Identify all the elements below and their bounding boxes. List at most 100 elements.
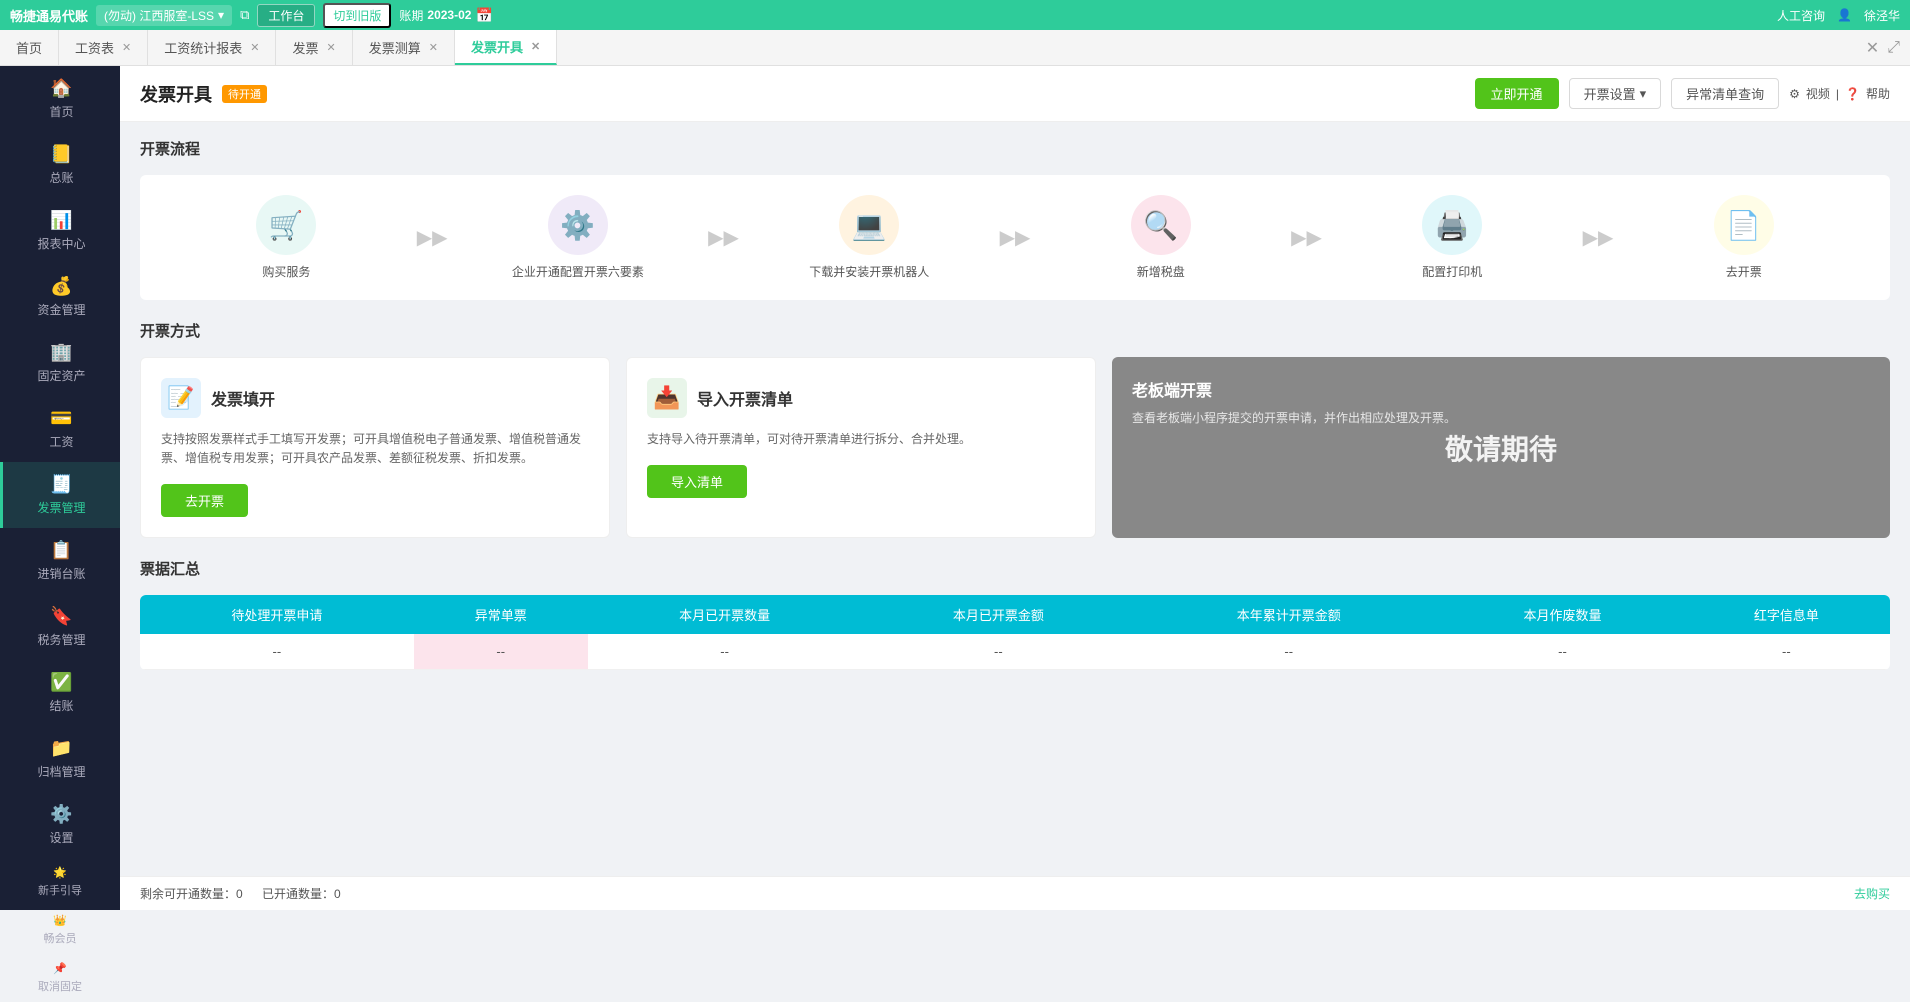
step-issue: 📄 去开票	[1617, 195, 1870, 280]
sidebar-item-home[interactable]: 🏠 首页	[0, 66, 120, 132]
sidebar-item-settings[interactable]: ⚙️ 设置	[0, 792, 120, 858]
tab-close-payroll-report[interactable]: ✕	[250, 41, 259, 54]
step-configure-icon: ⚙️	[548, 195, 608, 255]
main-content: 发票开具 待开通 立即开通 开票设置 ▾ 异常清单查询 ⚙ 视频 | ❓ 帮助	[120, 66, 1910, 910]
col-void-qty: 本月作废数量	[1442, 595, 1682, 634]
tab-invoice-calc[interactable]: 发票测算 ✕	[353, 30, 455, 65]
tab-invoice[interactable]: 发票 ✕	[276, 30, 352, 65]
method-card-header-2: 📥 导入开票清单	[647, 378, 1075, 418]
reports-icon: 📊	[50, 210, 72, 231]
summary-table: 待处理开票申请 异常单票 本月已开票数量 本月已开票金额 本年累计开票金额 本月…	[140, 595, 1890, 670]
open-settings-button[interactable]: 开票设置 ▾	[1569, 78, 1662, 109]
coming-soon-text: 敬请期待	[1445, 428, 1557, 468]
sidebar-item-guide[interactable]: 🌟 新手引导	[0, 858, 120, 906]
val-month-qty: --	[588, 634, 862, 670]
sidebar-item-assets[interactable]: 🏢 固定资产	[0, 330, 120, 396]
step-download-icon: 💻	[839, 195, 899, 255]
sidebar-item-purchase-sales[interactable]: 📋 进销台账	[0, 528, 120, 594]
sidebar-item-reports[interactable]: 📊 报表中心	[0, 198, 120, 264]
tab-actions: ✕ ⤢	[1856, 30, 1910, 65]
step-arrow-1: ▶▶	[417, 225, 448, 250]
sidebar-item-tax[interactable]: 🔖 税务管理	[0, 594, 120, 660]
old-version-button[interactable]: 切到旧版	[323, 3, 391, 28]
tab-payroll-report[interactable]: 工资统计报表 ✕	[148, 30, 276, 65]
step-issue-icon: 📄	[1714, 195, 1774, 255]
abnormal-query-button[interactable]: 异常清单查询	[1671, 78, 1779, 109]
col-red-info: 红字信息单	[1683, 595, 1890, 634]
sidebar-item-funds[interactable]: 💰 资金管理	[0, 264, 120, 330]
sidebar-item-ledger[interactable]: 📒 总账	[0, 132, 120, 198]
member-icon: 👑	[53, 914, 67, 927]
settle-icon: ✅	[50, 672, 72, 693]
col-month-qty: 本月已开票数量	[588, 595, 862, 634]
consult-link[interactable]: 人工咨询	[1777, 7, 1825, 24]
top-bar: 畅捷通易代账 (勿动) 江西服室-LSS ▾ ⧉ 工作台 切到旧版 账期 202…	[0, 0, 1910, 30]
footer-info: 剩余可开通数量：0 已开通数量：0	[140, 885, 341, 902]
tab-home[interactable]: 首页	[0, 30, 59, 65]
username[interactable]: 徐泾华	[1864, 7, 1900, 24]
summary-section-title: 票据汇总	[140, 558, 1890, 579]
tab-maximize-icon[interactable]: ⤢	[1887, 39, 1900, 57]
sidebar-item-payroll[interactable]: 💳 工资	[0, 396, 120, 462]
period-info: 账期 2023-02 📅	[399, 7, 493, 24]
val-abnormal: --	[414, 634, 588, 670]
method-icon-1: 📝	[161, 378, 201, 418]
buy-link[interactable]: 去购买	[1854, 885, 1890, 902]
tab-payroll[interactable]: 工资表 ✕	[59, 30, 148, 65]
method-card-header-1: 📝 发票填开	[161, 378, 589, 418]
workbench-button[interactable]: 工作台	[257, 4, 315, 27]
method-card-import: 📥 导入开票清单 支持导入待开票清单，可对待开票清单进行拆分、合并处理。 导入清…	[626, 357, 1096, 538]
company-selector[interactable]: (勿动) 江西服室-LSS ▾	[96, 5, 232, 26]
sidebar-item-member[interactable]: 👑 畅会员	[0, 906, 120, 954]
settings-circle-icon: ⚙	[1789, 87, 1800, 101]
val-pending: --	[140, 634, 414, 670]
page-actions: 立即开通 开票设置 ▾ 异常清单查询 ⚙ 视频 | ❓ 帮助	[1475, 78, 1890, 109]
summary-row: -- -- -- -- -- -- --	[140, 634, 1890, 670]
step-printer-icon: 🖨️	[1422, 195, 1482, 255]
method-cards: 📝 发票填开 支持按照发票样式手工填写开发票；可开具增值税电子普通发票、增值税普…	[140, 357, 1890, 538]
process-steps: 🛒 购买服务 ▶▶ ⚙️ 企业开通配置开票六要素 ▶▶ 💻 下载并安装开票机器人…	[140, 175, 1890, 300]
method-card-manual: 📝 发票填开 支持按照发票样式手工填写开发票；可开具增值税电子普通发票、增值税普…	[140, 357, 610, 538]
assets-icon: 🏢	[50, 342, 72, 363]
method-icon-2: 📥	[647, 378, 687, 418]
tab-bar: 首页 工资表 ✕ 工资统计报表 ✕ 发票 ✕ 发票测算 ✕ 发票开具 ✕ ✕ ⤢	[0, 30, 1910, 66]
step-add-tax: 🔍 新增税盘	[1034, 195, 1287, 280]
immediate-open-button[interactable]: 立即开通	[1475, 78, 1559, 109]
step-buy-service: 🛒 购买服务	[160, 195, 413, 280]
tab-close-payroll[interactable]: ✕	[122, 41, 131, 54]
tab-close-invoice-calc[interactable]: ✕	[429, 41, 438, 54]
val-month-amount: --	[861, 634, 1135, 670]
invoice-mgmt-icon: 🧾	[50, 474, 72, 495]
archive-icon: 📁	[50, 738, 72, 759]
step-configure: ⚙️ 企业开通配置开票六要素	[451, 195, 704, 280]
copy-icon[interactable]: ⧉	[240, 7, 249, 23]
sidebar-item-settle[interactable]: ✅ 结账	[0, 660, 120, 726]
tax-icon: 🔖	[50, 606, 72, 627]
top-bar-right: 人工咨询 👤 徐泾华	[1777, 7, 1900, 24]
user-avatar[interactable]: 👤	[1837, 8, 1852, 22]
tab-close-all-icon[interactable]: ✕	[1866, 38, 1879, 58]
sidebar-item-invoice-mgmt[interactable]: 🧾 发票管理	[0, 462, 120, 528]
import-list-button[interactable]: 导入清单	[647, 465, 747, 498]
step-arrow-3: ▶▶	[1000, 225, 1031, 250]
goto-issue-button[interactable]: 去开票	[161, 484, 248, 517]
page-header: 发票开具 待开通 立即开通 开票设置 ▾ 异常清单查询 ⚙ 视频 | ❓ 帮助	[120, 66, 1910, 122]
step-add-tax-icon: 🔍	[1131, 195, 1191, 255]
settings-icon: ⚙️	[50, 804, 72, 825]
tab-invoice-issue[interactable]: 发票开具 ✕	[455, 30, 557, 65]
step-arrow-5: ▶▶	[1583, 225, 1614, 250]
funds-icon: 💰	[50, 276, 72, 297]
page-title-row: 发票开具 待开通	[140, 81, 267, 107]
tab-close-invoice[interactable]: ✕	[327, 41, 336, 54]
sidebar-pin-button[interactable]: 📌 取消固定	[0, 954, 120, 1002]
sidebar: 🏠 首页 📒 总账 📊 报表中心 💰 资金管理 🏢 固定资产 💳 工资 🧾 发票…	[0, 66, 120, 910]
ledger-icon: 📒	[50, 144, 72, 165]
home-icon: 🏠	[50, 78, 72, 99]
sidebar-item-archive[interactable]: 📁 归档管理	[0, 726, 120, 792]
method-card-boss: 老板端开票 查看老板端小程序提交的开票申请，并作出相应处理及开票。 敬请期待	[1112, 357, 1890, 538]
payroll-icon: 💳	[50, 408, 72, 429]
step-download: 💻 下载并安装开票机器人	[743, 195, 996, 280]
step-printer: 🖨️ 配置打印机	[1326, 195, 1579, 280]
process-section-title: 开票流程	[140, 138, 1890, 159]
tab-close-invoice-issue[interactable]: ✕	[531, 40, 540, 53]
